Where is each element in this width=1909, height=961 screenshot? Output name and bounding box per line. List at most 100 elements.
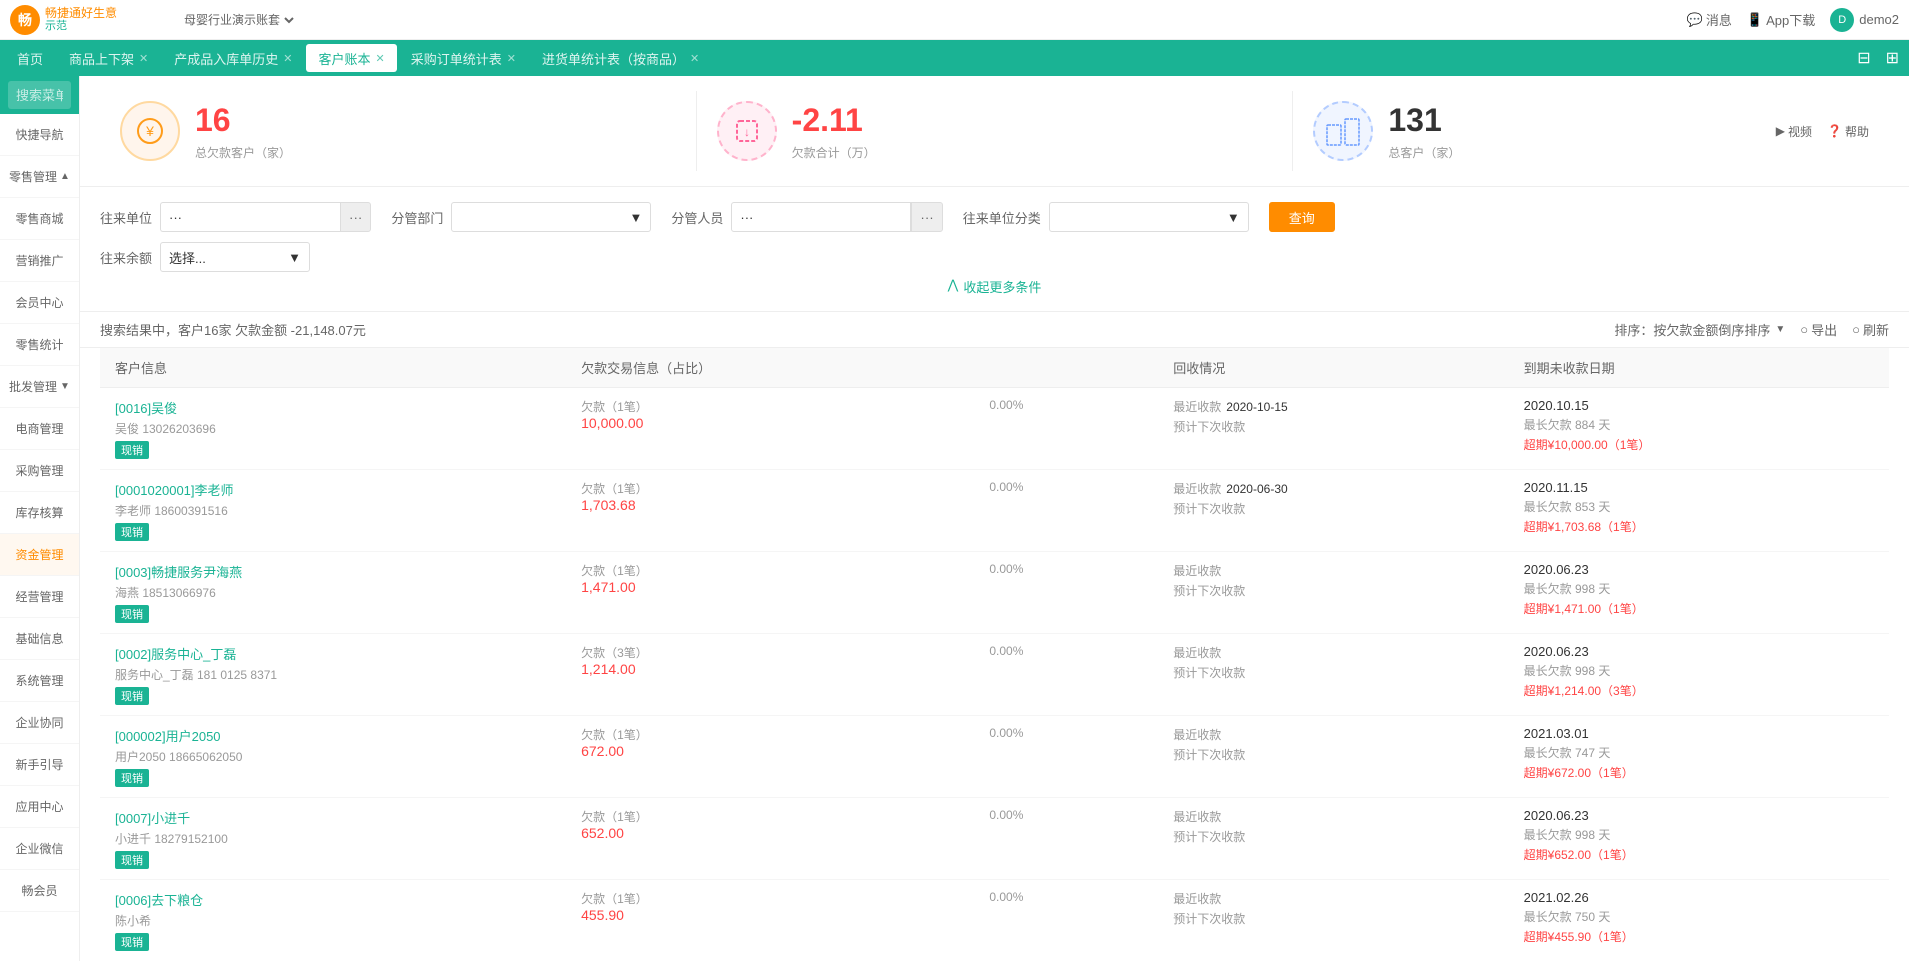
filter-select-category[interactable]: ▼	[1049, 202, 1249, 232]
tab-close-5[interactable]: ✕	[690, 52, 699, 65]
overdue-amount-1[interactable]: 超期¥10,000.00（1笔）	[1524, 436, 1874, 453]
help-btn[interactable]: ❓ 帮助	[1827, 123, 1869, 140]
customer-name-7[interactable]: [0006]去下粮仓	[115, 890, 551, 909]
tab-purchase-stats[interactable]: 进货单统计表（按商品） ✕	[530, 44, 711, 72]
debt-percent-3: 0.00%	[989, 562, 1143, 576]
stat-actions: ▶ 视频 ❓ 帮助	[1776, 123, 1869, 140]
customer-name-3[interactable]: [0003]畅捷服务尹海燕	[115, 562, 551, 581]
sidebar-item-retail-stats[interactable]: 零售统计	[0, 324, 79, 366]
export-btn[interactable]: ○ 导出	[1800, 320, 1837, 339]
filter-select-dept[interactable]: ▼	[451, 202, 651, 232]
cell-customer-2: [0001020001]李老师 李老师 18600391516 现销	[100, 470, 566, 552]
sidebar-item-system[interactable]: 系统管理	[0, 660, 79, 702]
sidebar-item-operations[interactable]: 经营管理	[0, 576, 79, 618]
table-row: [0003]畅捷服务尹海燕 海燕 18513066976 现销 欠款（1笔） 1…	[100, 552, 1889, 634]
stat-icon-customers	[1313, 101, 1373, 161]
sort-selector[interactable]: 排序：按欠款金额倒序排序 ▼	[1614, 320, 1785, 339]
video-btn[interactable]: ▶ 视频	[1776, 123, 1812, 140]
overdue-amount-2[interactable]: 超期¥1,703.68（1笔）	[1524, 518, 1874, 535]
results-bar: 搜索结果中，客户16家 欠款金额 -21,148.07元 排序：按欠款金额倒序排…	[80, 312, 1909, 348]
table-container: 客户信息 欠款交易信息（占比） 回收情况 到期未收款日期 [0016]吴俊	[80, 348, 1909, 961]
sidebar-item-purchase-mgmt[interactable]: 采购管理	[0, 450, 79, 492]
tab-expand-btn[interactable]: ⊞	[1881, 48, 1904, 68]
tab-close-1[interactable]: ✕	[139, 52, 148, 65]
search-menu-input[interactable]	[8, 81, 71, 109]
cell-recovery-1: 最近收款 2020-10-15 预计下次收款	[1158, 388, 1508, 470]
company-select[interactable]: 母婴行业演示账套	[180, 12, 297, 28]
sidebar-item-ecommerce[interactable]: 电商管理	[0, 408, 79, 450]
sidebar-item-app-center[interactable]: 应用中心	[0, 786, 79, 828]
tab-customer-ledger[interactable]: 客户账本 ✕	[306, 44, 396, 72]
sidebar-item-wholesale-mgmt[interactable]: 批发管理 ▼	[0, 366, 79, 408]
tab-production-history[interactable]: 产成品入库单历史 ✕	[162, 44, 304, 72]
app-download-btn[interactable]: 📱 App下载	[1747, 10, 1815, 29]
recovery-row-5: 最近收款	[1173, 726, 1493, 743]
stat-number-total-customers: 131	[1388, 101, 1460, 139]
customer-name-2[interactable]: [0001020001]李老师	[115, 480, 551, 499]
sidebar-item-retail-mall[interactable]: 零售商城	[0, 198, 79, 240]
filter-input-unit[interactable]: ···	[160, 202, 340, 232]
sidebar-item-quick-nav[interactable]: 快捷导航	[0, 114, 79, 156]
debt-percent-7: 0.00%	[989, 890, 1143, 904]
refresh-icon: ○	[1852, 322, 1860, 337]
sidebar-item-member2[interactable]: 畅会员	[0, 870, 79, 912]
customer-name-5[interactable]: [000002]用户2050	[115, 726, 551, 745]
overdue-amount-7[interactable]: 超期¥455.90（1笔）	[1524, 928, 1874, 945]
sidebar-item-basic-info[interactable]: 基础信息	[0, 618, 79, 660]
filter-input-person[interactable]: ···	[731, 202, 911, 232]
customer-tag-3: 现销	[115, 605, 149, 623]
overdue-days-6: 最长欠款 998 天	[1524, 826, 1874, 843]
filter-select-balance[interactable]: 选择... ▼	[160, 242, 310, 272]
logo-text: 畅捷通好生意 示范	[45, 6, 117, 34]
tab-close-3[interactable]: ✕	[376, 52, 385, 65]
tab-close-2[interactable]: ✕	[283, 52, 292, 65]
tab-product-status[interactable]: 商品上下架 ✕	[57, 44, 160, 72]
collapse-icon: ⋀	[948, 277, 959, 296]
tab-purchase-order[interactable]: 采购订单统计表 ✕	[399, 44, 528, 72]
recovery-sub-3: 预计下次收款	[1173, 582, 1493, 599]
refresh-btn[interactable]: ○ 刷新	[1852, 320, 1889, 339]
customer-name-6[interactable]: [0007]小进千	[115, 808, 551, 827]
customer-name-4[interactable]: [0002]服务中心_丁磊	[115, 644, 551, 663]
sidebar-item-wechat[interactable]: 企业微信	[0, 828, 79, 870]
tab-collapse-btn[interactable]: ⊟	[1852, 48, 1875, 68]
stat-info-debt-customers: 16 总欠款客户（家）	[195, 101, 291, 160]
overdue-amount-4[interactable]: 超期¥1,214.00（3笔）	[1524, 682, 1874, 699]
cell-due-6: 2020.06.23 最长欠款 998 天 超期¥652.00（1笔）	[1509, 798, 1889, 880]
stat-number-debt-customers: 16	[195, 101, 291, 139]
debt-percent-1: 0.00%	[989, 398, 1143, 412]
sidebar-item-member[interactable]: 会员中心	[0, 282, 79, 324]
collapse-row[interactable]: ⋀ 收起更多条件	[100, 272, 1889, 301]
message-icon: 💬	[1687, 12, 1703, 28]
cell-recovery-4: 最近收款 预计下次收款	[1158, 634, 1508, 716]
customer-name-1[interactable]: [0016]吴俊	[115, 398, 551, 417]
tab-close-4[interactable]: ✕	[507, 52, 516, 65]
sidebar-item-finance[interactable]: 资金管理	[0, 534, 79, 576]
stat-icon-debt: ↓	[717, 101, 777, 161]
cell-due-2: 2020.11.15 最长欠款 853 天 超期¥1,703.68（1笔）	[1509, 470, 1889, 552]
due-date-2: 2020.11.15	[1524, 480, 1874, 495]
header-right: 💬 消息 📱 App下载 D demo2	[1687, 8, 1899, 32]
filter-btn-person[interactable]: ···	[911, 202, 942, 232]
query-button[interactable]: 查询	[1269, 202, 1335, 232]
cell-percent-2: 0.00%	[954, 470, 1158, 552]
debt-label-1: 欠款（1笔）	[581, 398, 939, 415]
message-btn[interactable]: 💬 消息	[1687, 10, 1732, 29]
tab-home[interactable]: 首页	[5, 44, 55, 72]
sidebar-item-retail-mgmt[interactable]: 零售管理 ▲	[0, 156, 79, 198]
sidebar-item-guide[interactable]: 新手引导	[0, 744, 79, 786]
filter-btn-unit[interactable]: ···	[340, 202, 371, 232]
filter-item-balance: 往来余额 选择... ▼	[100, 242, 310, 272]
sidebar: 快捷导航 零售管理 ▲ 零售商城 营销推广 会员中心 零售统计 批发管理 ▼ 电…	[0, 76, 80, 961]
debt-amount-7: 455.90	[581, 907, 939, 923]
stat-label-total-customers: 总客户（家）	[1388, 144, 1460, 161]
sidebar-item-enterprise[interactable]: 企业协同	[0, 702, 79, 744]
overdue-amount-5[interactable]: 超期¥672.00（1笔）	[1524, 764, 1874, 781]
overdue-amount-3[interactable]: 超期¥1,471.00（1笔）	[1524, 600, 1874, 617]
overdue-amount-6[interactable]: 超期¥652.00（1笔）	[1524, 846, 1874, 863]
sidebar-item-marketing[interactable]: 营销推广	[0, 240, 79, 282]
sidebar-item-inventory[interactable]: 库存核算	[0, 492, 79, 534]
user-avatar[interactable]: D demo2	[1830, 8, 1899, 32]
cell-debt-2: 欠款（1笔） 1,703.68	[566, 470, 954, 552]
video-icon: ▶	[1776, 124, 1785, 138]
